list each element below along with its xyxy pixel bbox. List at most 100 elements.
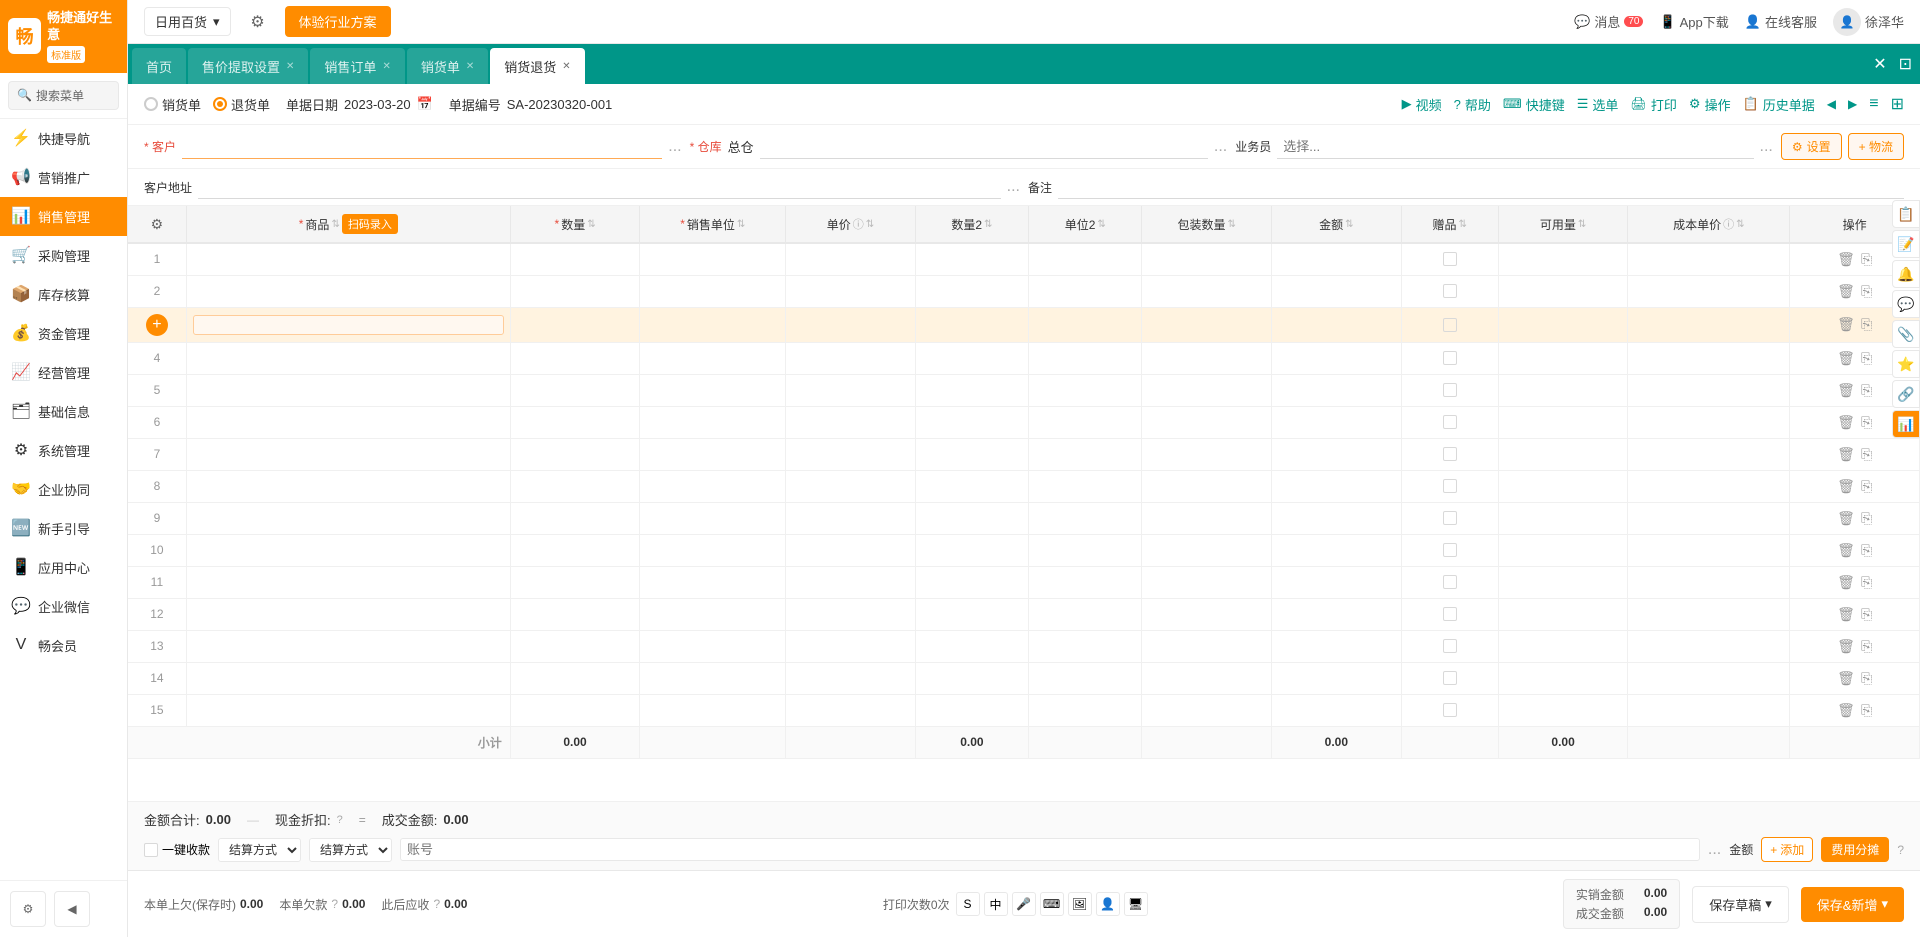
select-btn[interactable]: ☰ 选单 <box>1577 95 1619 114</box>
gift-checkbox-4[interactable] <box>1443 351 1457 365</box>
date-value[interactable]: 2023-03-20 <box>344 97 411 112</box>
search-menu-button[interactable]: 🔍 搜索菜单 <box>8 81 119 110</box>
tab-sales-order[interactable]: 销售订单 ✕ <box>310 48 404 84</box>
amount-sort-icon[interactable]: ⇅ <box>1345 219 1353 230</box>
tab-price-setting[interactable]: 售价提取设置 ✕ <box>188 48 308 84</box>
row-delete-10[interactable]: 🗑 <box>1837 542 1855 559</box>
topbar-gear-btn[interactable]: ⚙ <box>243 7 273 37</box>
row-copy-5[interactable]: ⎘ <box>1861 382 1872 399</box>
gift-sort-icon[interactable]: ⇅ <box>1459 219 1467 230</box>
row-gift-2[interactable] <box>1401 275 1498 307</box>
row-product-2[interactable] <box>186 275 510 307</box>
collapse-bottom-btn[interactable]: ◀ <box>54 891 90 927</box>
user-profile[interactable]: 👤 徐泽华 <box>1833 8 1904 36</box>
sidebar-item-member[interactable]: V 畅会员 <box>0 626 127 665</box>
row-copy-15[interactable]: ⎘ <box>1861 702 1872 719</box>
row-amount-2[interactable] <box>1272 275 1402 307</box>
row-copy-3[interactable]: ⎘ <box>1861 316 1872 333</box>
right-btn-link[interactable]: 🔗 <box>1892 380 1920 408</box>
radio-return-bill[interactable]: 退货单 <box>213 95 270 114</box>
gift-checkbox-7[interactable] <box>1443 447 1457 461</box>
tabbar-close-btn[interactable]: ✕ <box>1869 50 1890 78</box>
qty2-sort-icon[interactable]: ⇅ <box>984 219 992 230</box>
sidebar-item-quicknav[interactable]: ⚡ 快捷导航 <box>0 119 127 158</box>
sidebar-item-marketing[interactable]: 📢 营销推广 <box>0 158 127 197</box>
right-btn-msg[interactable]: 💬 <box>1892 290 1920 318</box>
tab-sales-bill-close[interactable]: ✕ <box>466 61 474 72</box>
row-cost-price-3[interactable] <box>1628 307 1790 342</box>
gift-checkbox-12[interactable] <box>1443 607 1457 621</box>
account-input[interactable] <box>400 838 1700 861</box>
save-new-btn[interactable]: 保存&新增 ▾ <box>1801 887 1904 922</box>
row-delete-11[interactable]: 🗑 <box>1837 574 1855 591</box>
unit2-sort-icon[interactable]: ⇅ <box>1097 219 1105 230</box>
gift-checkbox-10[interactable] <box>1443 543 1457 557</box>
row-product-4[interactable] <box>186 342 510 374</box>
cost-price-sort-icon[interactable]: ⇅ <box>1736 219 1744 230</box>
tool-icon-2[interactable]: 中 <box>984 892 1008 916</box>
video-help-btn[interactable]: ▶ 视频 <box>1402 95 1442 114</box>
gift-checkbox-9[interactable] <box>1443 511 1457 525</box>
row-delete-5[interactable]: 🗑 <box>1837 382 1855 399</box>
th-gear[interactable]: ⚙ <box>128 206 186 243</box>
scan-input-btn[interactable]: 扫码录入 <box>342 214 398 234</box>
unit-price-help-icon[interactable]: ⓘ <box>853 216 864 232</box>
customer-dots-btn[interactable]: ... <box>668 138 681 156</box>
calendar-icon[interactable]: 📅 <box>417 96 433 112</box>
sidebar-item-operations[interactable]: 📈 经营管理 <box>0 353 127 392</box>
row-delete-9[interactable]: 🗑 <box>1837 510 1855 527</box>
row-sales-unit-2[interactable] <box>640 275 786 307</box>
salesperson-input[interactable] <box>1277 135 1753 159</box>
row-qty2-2[interactable] <box>915 275 1028 307</box>
gift-checkbox-1[interactable] <box>1443 252 1457 266</box>
row-available-3[interactable] <box>1498 307 1628 342</box>
gift-checkbox-13[interactable] <box>1443 639 1457 653</box>
shortcut-btn[interactable]: ⌨ 快捷键 <box>1503 95 1565 114</box>
row-copy-14[interactable]: ⎘ <box>1861 670 1872 687</box>
gift-checkbox-11[interactable] <box>1443 575 1457 589</box>
cost-price-help-icon[interactable]: ⓘ <box>1723 216 1734 232</box>
calc-method-select[interactable]: 结算方式 <box>218 838 301 862</box>
remark-input[interactable] <box>1058 175 1904 199</box>
product-sort-icon[interactable]: ⇅ <box>331 219 339 230</box>
qty-sort-icon[interactable]: ⇅ <box>587 219 595 230</box>
customer-input[interactable] <box>182 135 662 159</box>
sidebar-item-enterprise[interactable]: 🤝 企业协同 <box>0 470 127 509</box>
address-dots-btn[interactable]: ... <box>1007 178 1020 196</box>
sidebar-item-appcenter[interactable]: 📱 应用中心 <box>0 548 127 587</box>
discount-help-icon[interactable]: ? <box>337 814 343 826</box>
unit-price-sort-icon[interactable]: ⇅ <box>866 219 874 230</box>
nav-prev-btn[interactable]: ◀ <box>1827 97 1836 111</box>
row-available-1[interactable] <box>1498 243 1628 275</box>
row-amount-1[interactable] <box>1272 243 1402 275</box>
add-payment-btn[interactable]: + 添加 <box>1761 837 1813 862</box>
row-copy-11[interactable]: ⎘ <box>1861 574 1872 591</box>
help-btn[interactable]: ? 帮助 <box>1454 95 1491 114</box>
save-draft-btn[interactable]: 保存草稿 ▾ <box>1692 886 1789 923</box>
row-amount-3[interactable] <box>1272 307 1402 342</box>
tool-icon-1[interactable]: S <box>956 892 980 916</box>
row-delete-3[interactable]: 🗑 <box>1837 316 1855 333</box>
sales-unit-sort-icon[interactable]: ⇅ <box>737 219 745 230</box>
right-btn-form[interactable]: 📋 <box>1892 200 1920 228</box>
right-btn-stats[interactable]: 📊 <box>1892 410 1920 438</box>
warehouse-dots-btn[interactable]: ... <box>1214 138 1227 156</box>
row-qty-3[interactable] <box>510 307 640 342</box>
row-copy-10[interactable]: ⎘ <box>1861 542 1872 559</box>
salesperson-dots-btn[interactable]: ... <box>1760 138 1773 156</box>
row-qty2-1[interactable] <box>915 243 1028 275</box>
view-card-btn[interactable]: ⊞ <box>1891 94 1904 114</box>
online-service-btn[interactable]: 👤 在线客服 <box>1745 12 1817 31</box>
row-unit-price-3[interactable] <box>786 307 916 342</box>
row-copy-8[interactable]: ⎘ <box>1861 478 1872 495</box>
row-unit2-2[interactable] <box>1029 275 1142 307</box>
row-copy-13[interactable]: ⎘ <box>1861 638 1872 655</box>
gift-checkbox-14[interactable] <box>1443 671 1457 685</box>
tab-sales-bill[interactable]: 销货单 ✕ <box>407 48 488 84</box>
add-row-btn[interactable]: + <box>146 314 168 336</box>
summary-method-select[interactable]: 结算方式 <box>309 838 392 862</box>
row-copy-9[interactable]: ⎘ <box>1861 510 1872 527</box>
gift-checkbox-2[interactable] <box>1443 284 1457 298</box>
row-unit-price-1[interactable] <box>786 243 916 275</box>
row-delete-15[interactable]: 🗑 <box>1837 702 1855 719</box>
